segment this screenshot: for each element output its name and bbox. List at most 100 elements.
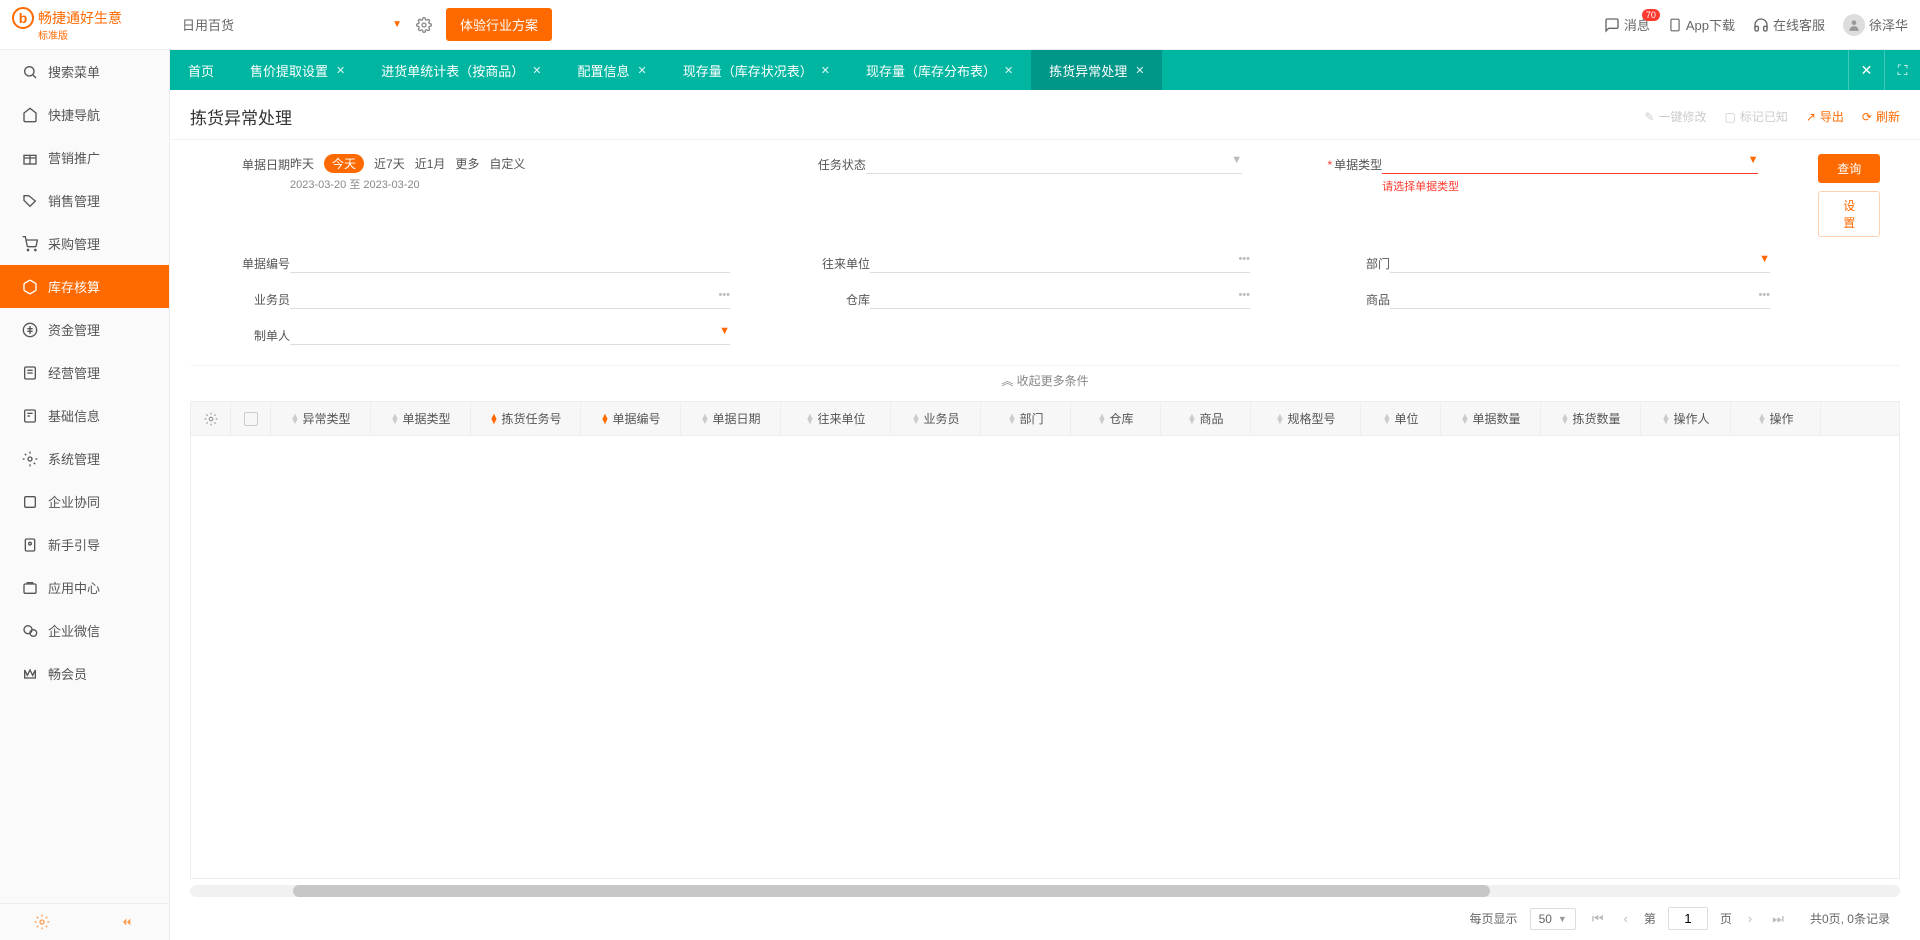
sidebar-item-11[interactable]: 新手引导 [0, 523, 169, 566]
filter-salesman[interactable]: 业务员 ••• [210, 289, 730, 309]
settings-icon[interactable] [416, 17, 432, 33]
sidebar-item-0[interactable]: 搜索菜单 [0, 50, 169, 93]
sort-icon[interactable]: ▲▼ [1008, 414, 1017, 424]
sidebar-item-8[interactable]: 基础信息 [0, 394, 169, 437]
last-page-button[interactable]: ⏭ [1768, 911, 1788, 927]
column-header[interactable]: ▲▼单位 [1361, 402, 1441, 435]
tab-1[interactable]: 售价提取设置✕ [232, 50, 363, 90]
column-header[interactable]: ▲▼商品 [1161, 402, 1251, 435]
sidebar-item-5[interactable]: 库存核算 [0, 265, 169, 308]
tab-3[interactable]: 配置信息✕ [559, 50, 664, 90]
online-service-button[interactable]: 在线客服 [1753, 15, 1825, 34]
horizontal-scrollbar[interactable] [190, 885, 1900, 897]
sort-icon[interactable]: ▲▼ [912, 414, 921, 424]
sidebar-item-2[interactable]: 营销推广 [0, 136, 169, 179]
sort-icon[interactable]: ▲▼ [1758, 414, 1767, 424]
close-icon[interactable]: ✕ [638, 64, 647, 77]
mark-read-button[interactable]: ▢ 标记已知 [1724, 108, 1787, 125]
column-header[interactable]: ▲▼单据数量 [1441, 402, 1541, 435]
column-header[interactable]: ▲▼规格型号 [1251, 402, 1361, 435]
column-header[interactable]: ▲▼操作 [1731, 402, 1821, 435]
sort-icon[interactable]: ▲▼ [1276, 414, 1285, 424]
column-header[interactable]: ▲▼单据日期 [681, 402, 781, 435]
batch-edit-button[interactable]: ✎ 一键修改 [1644, 108, 1706, 125]
sort-icon[interactable]: ▲▼ [806, 414, 815, 424]
column-header[interactable]: ▲▼单据类型 [371, 402, 471, 435]
column-header[interactable]: ▲▼操作人 [1641, 402, 1731, 435]
sidebar-item-1[interactable]: 快捷导航 [0, 93, 169, 136]
first-page-button[interactable]: ⏮ [1588, 911, 1608, 927]
tab-0[interactable]: 首页 [170, 50, 232, 90]
date-option[interactable]: 自定义 [489, 155, 525, 172]
column-header[interactable]: ▲▼拣货任务号 [471, 402, 581, 435]
sort-icon[interactable]: ▲▼ [1461, 414, 1470, 424]
sort-icon[interactable]: ▲▼ [291, 414, 300, 424]
sort-icon[interactable]: ▲▼ [391, 414, 400, 424]
refresh-button[interactable]: ⟳ 刷新 [1862, 108, 1900, 125]
close-icon[interactable]: ✕ [1004, 64, 1013, 77]
next-page-button[interactable]: › [1744, 911, 1756, 926]
column-header[interactable]: ▲▼异常类型 [271, 402, 371, 435]
sidebar-collapse-button[interactable] [85, 904, 170, 940]
sort-icon[interactable]: ▲▼ [1098, 414, 1107, 424]
sort-icon[interactable]: ▲▼ [1383, 414, 1392, 424]
sidebar-item-9[interactable]: 系统管理 [0, 437, 169, 480]
date-option[interactable]: 今天 [324, 154, 364, 173]
date-option[interactable]: 近1月 [415, 155, 446, 172]
column-header[interactable]: ▲▼仓库 [1071, 402, 1161, 435]
date-option[interactable]: 近7天 [374, 155, 405, 172]
sidebar-item-10[interactable]: 企业协同 [0, 480, 169, 523]
column-header[interactable]: ▲▼单据编号 [581, 402, 681, 435]
scrollbar-thumb[interactable] [293, 885, 1490, 897]
brand-logo[interactable]: b 畅捷通好生意 标准版 [12, 7, 172, 42]
sidebar-item-13[interactable]: 企业微信 [0, 609, 169, 652]
sidebar-item-3[interactable]: 销售管理 [0, 179, 169, 222]
sort-icon[interactable]: ▲▼ [1662, 414, 1671, 424]
prev-page-button[interactable]: ‹ [1620, 911, 1632, 926]
settings-button[interactable]: 设置 [1818, 191, 1880, 237]
sidebar-item-14[interactable]: 畅会员 [0, 652, 169, 695]
page-number-input[interactable] [1668, 907, 1708, 930]
sidebar-settings-button[interactable] [0, 904, 85, 940]
filter-doc-no[interactable]: 单据编号 [210, 253, 730, 273]
app-download-button[interactable]: App下载 [1668, 15, 1735, 34]
sidebar-item-7[interactable]: 经营管理 [0, 351, 169, 394]
filter-partner[interactable]: 往来单位 ••• [790, 253, 1250, 273]
filter-task-status[interactable]: 任务状态 ▼ [786, 154, 1242, 174]
close-icon[interactable]: ✕ [1135, 64, 1144, 77]
page-size-select[interactable]: 50 ▼ [1530, 908, 1576, 930]
filter-doc-type[interactable]: *单据类型 ▼ 请选择单据类型 [1302, 154, 1758, 194]
tab-6[interactable]: 拣货异常处理✕ [1031, 50, 1162, 90]
messages-button[interactable]: 消息 70 [1604, 15, 1650, 34]
close-icon[interactable]: ✕ [336, 64, 345, 77]
sort-icon[interactable]: ▲▼ [701, 414, 710, 424]
export-button[interactable]: ↗ 导出 [1806, 108, 1844, 125]
date-option[interactable]: 昨天 [290, 155, 314, 172]
sort-icon[interactable]: ▲▼ [1188, 414, 1197, 424]
sidebar-item-12[interactable]: 应用中心 [0, 566, 169, 609]
close-icon[interactable]: ✕ [821, 64, 830, 77]
sidebar-item-4[interactable]: 采购管理 [0, 222, 169, 265]
user-menu[interactable]: 徐泽华 [1843, 14, 1908, 36]
business-type-select[interactable]: 日用百货 ▼ [182, 15, 402, 34]
filter-department[interactable]: 部门 ▼ [1310, 253, 1770, 273]
date-option[interactable]: 更多 [455, 155, 479, 172]
query-button[interactable]: 查询 [1818, 154, 1880, 183]
try-industry-plan-button[interactable]: 体验行业方案 [446, 8, 552, 41]
table-settings-button[interactable] [191, 402, 231, 435]
tab-4[interactable]: 现存量（库存状况表）✕ [665, 50, 848, 90]
collapse-filters-button[interactable]: ︽ 收起更多条件 [190, 365, 1900, 395]
sort-icon[interactable]: ▲▼ [490, 414, 499, 424]
tab-5[interactable]: 现存量（库存分布表）✕ [848, 50, 1031, 90]
sidebar-item-6[interactable]: 资金管理 [0, 308, 169, 351]
select-all-checkbox[interactable] [231, 402, 271, 435]
close-icon[interactable]: ✕ [532, 64, 541, 77]
column-header[interactable]: ▲▼业务员 [891, 402, 981, 435]
filter-maker[interactable]: 制单人 ▼ [210, 325, 730, 345]
column-header[interactable]: ▲▼部门 [981, 402, 1071, 435]
column-header[interactable]: ▲▼往来单位 [781, 402, 891, 435]
filter-product[interactable]: 商品 ••• [1310, 289, 1770, 309]
column-header[interactable]: ▲▼拣货数量 [1541, 402, 1641, 435]
filter-warehouse[interactable]: 仓库 ••• [790, 289, 1250, 309]
sort-icon[interactable]: ▲▼ [1561, 414, 1570, 424]
